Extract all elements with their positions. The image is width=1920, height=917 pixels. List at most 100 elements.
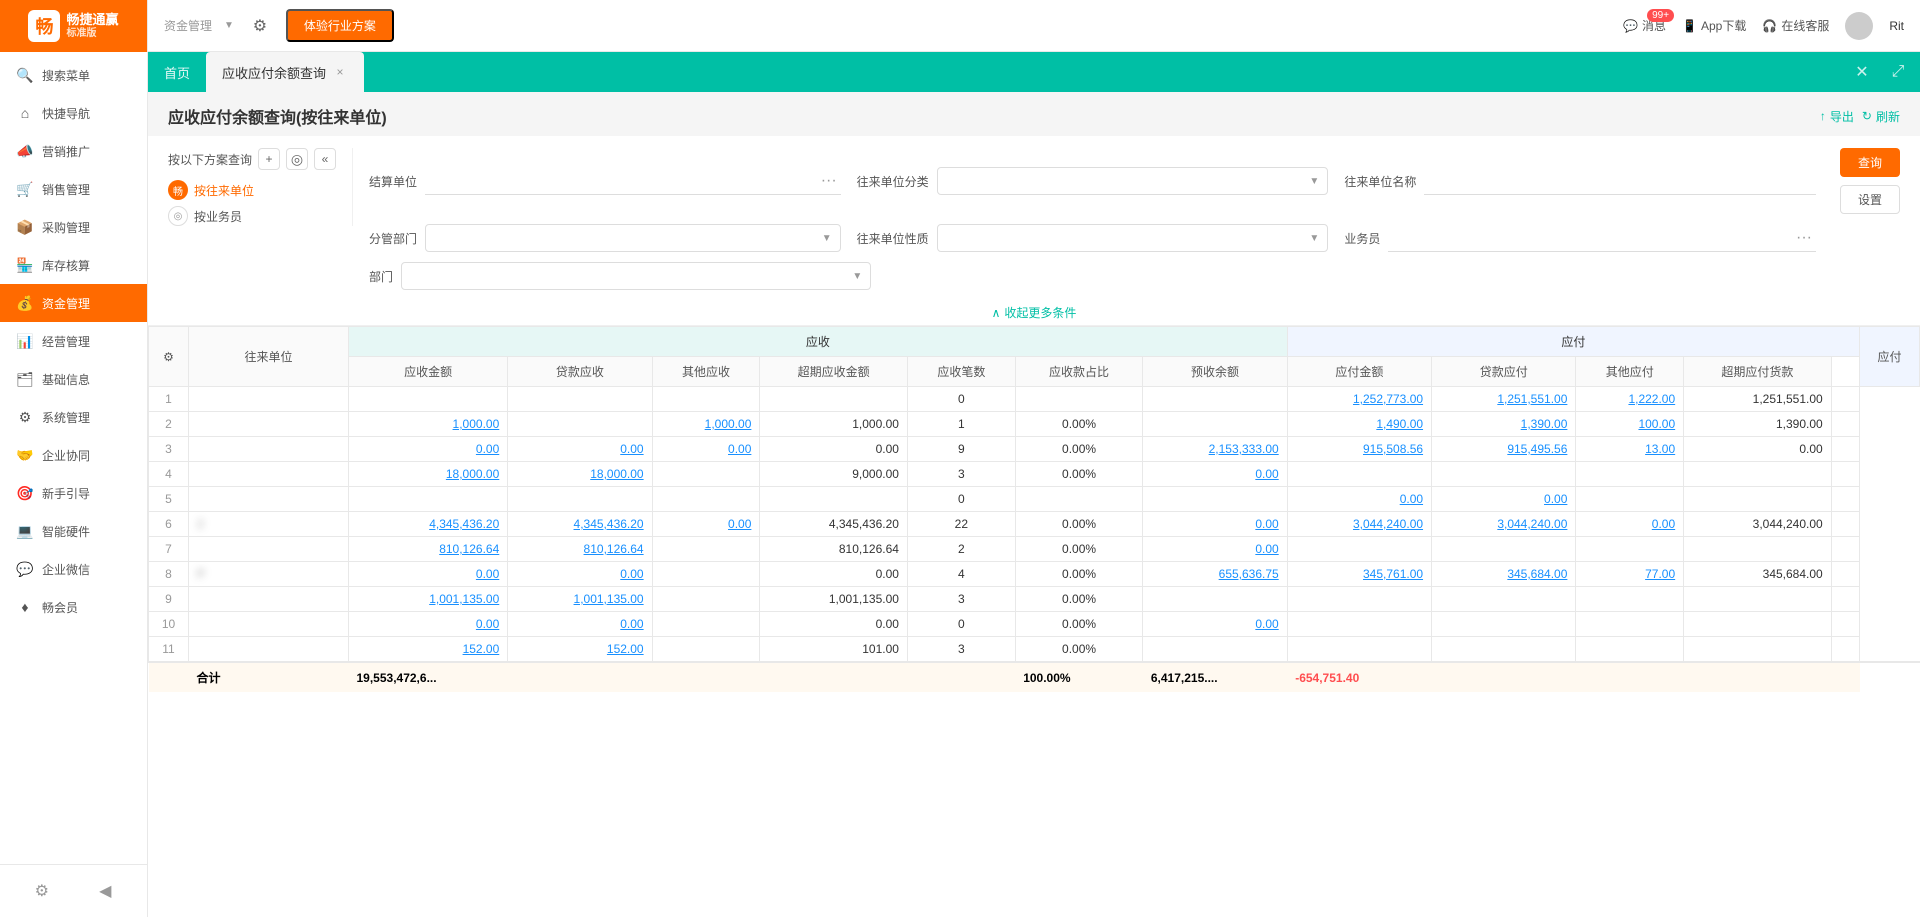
payable-loan[interactable]: 3,044,240.00	[1432, 512, 1576, 537]
payable-amount[interactable]	[1287, 612, 1431, 637]
payable-amount[interactable]: 0.00	[1287, 487, 1431, 512]
payable-amount[interactable]: 345,761.00	[1287, 562, 1431, 587]
breadcrumb-expand-icon[interactable]: ▼	[224, 20, 234, 31]
other-payable[interactable]	[1576, 487, 1684, 512]
payable-loan[interactable]	[1432, 462, 1576, 487]
other-receivable[interactable]	[652, 487, 760, 512]
table-wrapper[interactable]: ⚙ 往来单位 应收 应付 应付 应收金额 贷款应收 其他应收	[148, 326, 1920, 917]
receivable-loan[interactable]: 152.00	[508, 637, 652, 663]
filter-collapse-button[interactable]: «	[314, 148, 336, 170]
refresh-button[interactable]: ↻ 刷新	[1862, 108, 1900, 125]
topbar-settings-button[interactable]: ⚙	[246, 12, 274, 40]
sidebar-item-guide[interactable]: 🎯 新手引导	[0, 474, 147, 512]
prepaid-balance[interactable]: 0.00	[1143, 537, 1287, 562]
prepaid-balance[interactable]: 0.00	[1143, 512, 1287, 537]
sidebar-item-operation[interactable]: 📊 经营管理	[0, 322, 147, 360]
other-receivable[interactable]	[652, 612, 760, 637]
receivable-loan[interactable]: 0.00	[508, 612, 652, 637]
prepaid-balance[interactable]: 2,153,333.00	[1143, 437, 1287, 462]
other-payable[interactable]: 100.00	[1576, 412, 1684, 437]
sidebar-item-sales[interactable]: 🛒 销售管理	[0, 170, 147, 208]
tab-close-icon[interactable]: ×	[332, 64, 348, 80]
receivable-amount[interactable]: 18,000.00	[349, 462, 508, 487]
prepaid-balance[interactable]	[1143, 387, 1287, 412]
prepaid-balance[interactable]	[1143, 637, 1287, 663]
footer-receivable-amount[interactable]: 19,553,472,6...	[349, 662, 508, 692]
receivable-amount[interactable]: 0.00	[349, 437, 508, 462]
partner-category-select[interactable]: ▼	[937, 167, 1329, 195]
receivable-amount[interactable]: 810,126.64	[349, 537, 508, 562]
promo-button[interactable]: 体验行业方案	[286, 9, 394, 42]
footer-prepaid-balance[interactable]: 6,417,215....	[1143, 662, 1287, 692]
receivable-amount[interactable]	[349, 487, 508, 512]
app-download-button[interactable]: 📱 App下载	[1682, 17, 1746, 34]
payable-amount[interactable]	[1287, 537, 1431, 562]
sidebar-collapse-button[interactable]: ◀	[89, 875, 121, 907]
other-payable[interactable]: 0.00	[1576, 512, 1684, 537]
other-payable[interactable]	[1576, 612, 1684, 637]
sidebar-item-finance[interactable]: 💰 资金管理	[0, 284, 147, 322]
receivable-amount[interactable]: 0.00	[349, 612, 508, 637]
receivable-loan[interactable]: 1,001,135.00	[508, 587, 652, 612]
prepaid-balance[interactable]	[1143, 487, 1287, 512]
prepaid-balance[interactable]	[1143, 412, 1287, 437]
tab-balance-query[interactable]: 应收应付余额查询 ×	[206, 52, 364, 92]
other-receivable[interactable]	[652, 462, 760, 487]
receivable-amount[interactable]: 152.00	[349, 637, 508, 663]
receivable-loan[interactable]: 18,000.00	[508, 462, 652, 487]
online-service-button[interactable]: 🎧 在线客服	[1762, 17, 1829, 34]
other-receivable[interactable]	[652, 387, 760, 412]
receivable-loan[interactable]: 0.00	[508, 562, 652, 587]
payable-loan[interactable]: 1,251,551.00	[1432, 387, 1576, 412]
receivable-loan[interactable]	[508, 387, 652, 412]
receivable-loan[interactable]: 4,345,436.20	[508, 512, 652, 537]
partner-name-input[interactable]	[1424, 167, 1816, 195]
receivable-loan[interactable]: 810,126.64	[508, 537, 652, 562]
payable-amount[interactable]	[1287, 587, 1431, 612]
receivable-amount[interactable]: 4,345,436.20	[349, 512, 508, 537]
payable-amount[interactable]: 915,508.56	[1287, 437, 1431, 462]
other-payable[interactable]: 1,222.00	[1576, 387, 1684, 412]
receivable-loan[interactable]	[508, 412, 652, 437]
partner-nature-select[interactable]: ▼	[937, 224, 1329, 252]
tab-home[interactable]: 首页	[148, 52, 206, 92]
filter-add-button[interactable]: +	[258, 148, 280, 170]
settlement-unit-input[interactable]: ···	[425, 167, 841, 195]
payable-loan[interactable]	[1432, 587, 1576, 612]
payable-loan[interactable]: 0.00	[1432, 487, 1576, 512]
other-receivable[interactable]	[652, 637, 760, 663]
prepaid-balance[interactable]: 0.00	[1143, 462, 1287, 487]
payable-amount[interactable]	[1287, 637, 1431, 663]
user-avatar[interactable]	[1845, 12, 1873, 40]
sidebar-settings-button[interactable]: ⚙	[26, 875, 58, 907]
scheme-by-salesman[interactable]: ◎ 按业务员	[168, 206, 242, 226]
scheme-by-partner[interactable]: 畅 按往来单位	[168, 180, 254, 200]
collapse-button[interactable]: ∧ 收起更多条件	[992, 304, 1077, 321]
other-payable[interactable]: 13.00	[1576, 437, 1684, 462]
filter-settings-button[interactable]: 设置	[1840, 185, 1900, 214]
payable-amount[interactable]: 3,044,240.00	[1287, 512, 1431, 537]
table-settings-icon[interactable]: ⚙	[163, 350, 174, 364]
payable-loan[interactable]: 915,495.56	[1432, 437, 1576, 462]
department-select[interactable]: ▼	[401, 262, 871, 290]
payable-loan[interactable]: 1,390.00	[1432, 412, 1576, 437]
sidebar-item-search[interactable]: 🔍 搜索菜单	[0, 56, 147, 94]
other-receivable[interactable]: 1,000.00	[652, 412, 760, 437]
other-payable[interactable]	[1576, 537, 1684, 562]
payable-loan[interactable]	[1432, 537, 1576, 562]
sidebar-item-wechat[interactable]: 💬 企业微信	[0, 550, 147, 588]
other-payable[interactable]	[1576, 637, 1684, 663]
other-receivable[interactable]	[652, 587, 760, 612]
tab-fullscreen-button[interactable]: ⤢	[1884, 58, 1912, 86]
sidebar-item-collab[interactable]: 🤝 企业协同	[0, 436, 147, 474]
prepaid-balance[interactable]: 0.00	[1143, 612, 1287, 637]
sidebar-item-nav[interactable]: ⌂ 快捷导航	[0, 94, 147, 132]
receivable-amount[interactable]: 0.00	[349, 562, 508, 587]
receivable-amount[interactable]	[349, 387, 508, 412]
other-receivable[interactable]: 0.00	[652, 512, 760, 537]
sidebar-item-member[interactable]: ♦ 畅会员	[0, 588, 147, 626]
other-payable[interactable]	[1576, 462, 1684, 487]
message-button[interactable]: 💬 消息 99+	[1623, 17, 1666, 34]
payable-amount[interactable]: 1,490.00	[1287, 412, 1431, 437]
query-button[interactable]: 查询	[1840, 148, 1900, 177]
